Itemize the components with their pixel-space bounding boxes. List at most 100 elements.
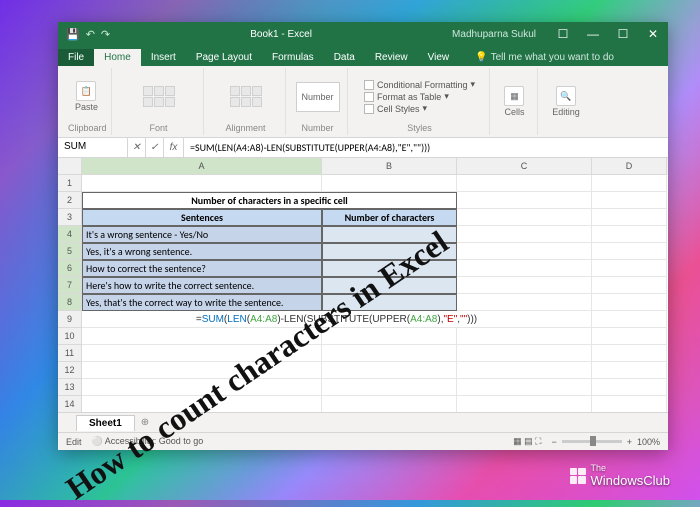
fx-icon[interactable]: fx [164, 138, 184, 157]
tab-formulas[interactable]: Formulas [262, 49, 324, 66]
tab-insert[interactable]: Insert [141, 49, 186, 66]
column-headers[interactable]: A B C D [82, 158, 668, 175]
cell[interactable] [592, 379, 667, 396]
cell-title[interactable]: Number of characters in a specific cell [82, 192, 457, 209]
zoom-slider[interactable]: − + 100% [551, 437, 660, 447]
cell-header[interactable]: Number of characters [322, 209, 457, 226]
cell-styles-button[interactable]: Cell Styles ▾ [364, 103, 475, 114]
cell[interactable] [592, 311, 667, 328]
paste-button[interactable]: 📋 Paste [75, 81, 98, 112]
cell[interactable] [457, 294, 592, 311]
quick-access-toolbar[interactable]: 💾 ↶ ↷ [66, 28, 110, 41]
name-box[interactable]: SUM [58, 138, 128, 157]
cell[interactable] [592, 260, 667, 277]
editing-button[interactable]: 🔍Editing [552, 86, 580, 117]
undo-icon[interactable]: ↶ [86, 28, 95, 41]
cell[interactable] [592, 209, 667, 226]
font-controls[interactable] [143, 86, 175, 107]
tab-view[interactable]: View [418, 49, 460, 66]
cell[interactable] [592, 362, 667, 379]
cells-button[interactable]: ▦Cells [504, 86, 524, 117]
cell[interactable] [322, 345, 457, 362]
cell[interactable] [457, 226, 592, 243]
cell[interactable] [457, 379, 592, 396]
row-header[interactable]: 5 [58, 243, 82, 260]
cell[interactable] [457, 345, 592, 362]
cell[interactable] [82, 175, 322, 192]
sheet-tab[interactable]: Sheet1 [76, 415, 135, 431]
cell[interactable] [592, 345, 667, 362]
col-header[interactable]: B [322, 158, 457, 175]
close-icon[interactable]: ✕ [638, 27, 668, 41]
cell[interactable] [592, 294, 667, 311]
col-header[interactable]: C [457, 158, 592, 175]
format-as-table-button[interactable]: Format as Table ▾ [364, 91, 475, 102]
cell[interactable] [457, 328, 592, 345]
cell[interactable] [322, 175, 457, 192]
tab-data[interactable]: Data [324, 49, 365, 66]
cell[interactable]: It's a wrong sentence - Yes/No [82, 226, 322, 243]
cell[interactable] [592, 192, 667, 209]
cell[interactable] [457, 362, 592, 379]
row-header[interactable]: 3 [58, 209, 82, 226]
row-header[interactable]: 11 [58, 345, 82, 362]
cell[interactable] [592, 226, 667, 243]
cell[interactable] [457, 209, 592, 226]
conditional-formatting-button[interactable]: Conditional Formatting ▾ [364, 79, 475, 90]
row-header[interactable]: 13 [58, 379, 82, 396]
cell[interactable] [457, 260, 592, 277]
tellme-search[interactable]: 💡 Tell me what you want to do [465, 49, 624, 66]
formula-bar[interactable]: =SUM(LEN(A4:A8)-LEN(SUBSTITUTE(UPPER(A4:… [184, 138, 668, 157]
row-header[interactable]: 6 [58, 260, 82, 277]
tab-page-layout[interactable]: Page Layout [186, 49, 262, 66]
cell[interactable] [457, 277, 592, 294]
cell[interactable] [322, 328, 457, 345]
row-header[interactable]: 4 [58, 226, 82, 243]
save-icon[interactable]: 💾 [66, 28, 80, 41]
cell[interactable] [457, 243, 592, 260]
cell[interactable] [592, 175, 667, 192]
cell[interactable] [592, 277, 667, 294]
number-format-button[interactable]: Number [296, 82, 340, 112]
cell[interactable]: Yes, it's a wrong sentence. [82, 243, 322, 260]
tab-file[interactable]: File [58, 49, 94, 66]
cell[interactable] [322, 362, 457, 379]
zoom-level[interactable]: 100% [637, 437, 660, 447]
cell[interactable] [592, 328, 667, 345]
col-header[interactable]: A [82, 158, 322, 175]
cell[interactable] [457, 192, 592, 209]
row-header[interactable]: 10 [58, 328, 82, 345]
zoom-in-icon[interactable]: + [627, 437, 632, 447]
enter-icon[interactable]: ✓ [146, 138, 164, 157]
tab-review[interactable]: Review [365, 49, 418, 66]
row-header[interactable]: 14 [58, 396, 82, 412]
cell[interactable] [592, 243, 667, 260]
cell[interactable]: How to correct the sentence? [82, 260, 322, 277]
zoom-out-icon[interactable]: − [551, 437, 556, 447]
select-all-corner[interactable] [58, 158, 82, 175]
cell[interactable] [322, 379, 457, 396]
cell[interactable]: Yes, that's the correct way to write the… [82, 294, 322, 311]
minimize-icon[interactable]: — [578, 27, 608, 41]
row-header[interactable]: 7 [58, 277, 82, 294]
cell[interactable] [457, 175, 592, 192]
row-header[interactable]: 12 [58, 362, 82, 379]
row-header[interactable]: 1 [58, 175, 82, 192]
cell[interactable] [592, 396, 667, 412]
maximize-icon[interactable]: ☐ [608, 27, 638, 41]
row-header[interactable]: 8 [58, 294, 82, 311]
alignment-controls[interactable] [230, 86, 262, 107]
redo-icon[interactable]: ↷ [101, 28, 110, 41]
tab-home[interactable]: Home [94, 49, 141, 66]
cell[interactable] [457, 396, 592, 412]
cancel-icon[interactable]: ✕ [128, 138, 146, 157]
cell-header[interactable]: Sentences [82, 209, 322, 226]
row-header[interactable]: 2 [58, 192, 82, 209]
row-headers[interactable]: 1 2 3 4 5 6 7 8 9 10 11 12 13 14 [58, 175, 82, 412]
col-header[interactable]: D [592, 158, 667, 175]
view-switcher[interactable]: ▦ ▤ ⛶ [513, 436, 541, 447]
cell[interactable] [322, 396, 457, 412]
row-header[interactable]: 9 [58, 311, 82, 328]
riboptions-icon[interactable]: ☐ [548, 27, 578, 41]
cell[interactable]: Here's how to write the correct sentence… [82, 277, 322, 294]
